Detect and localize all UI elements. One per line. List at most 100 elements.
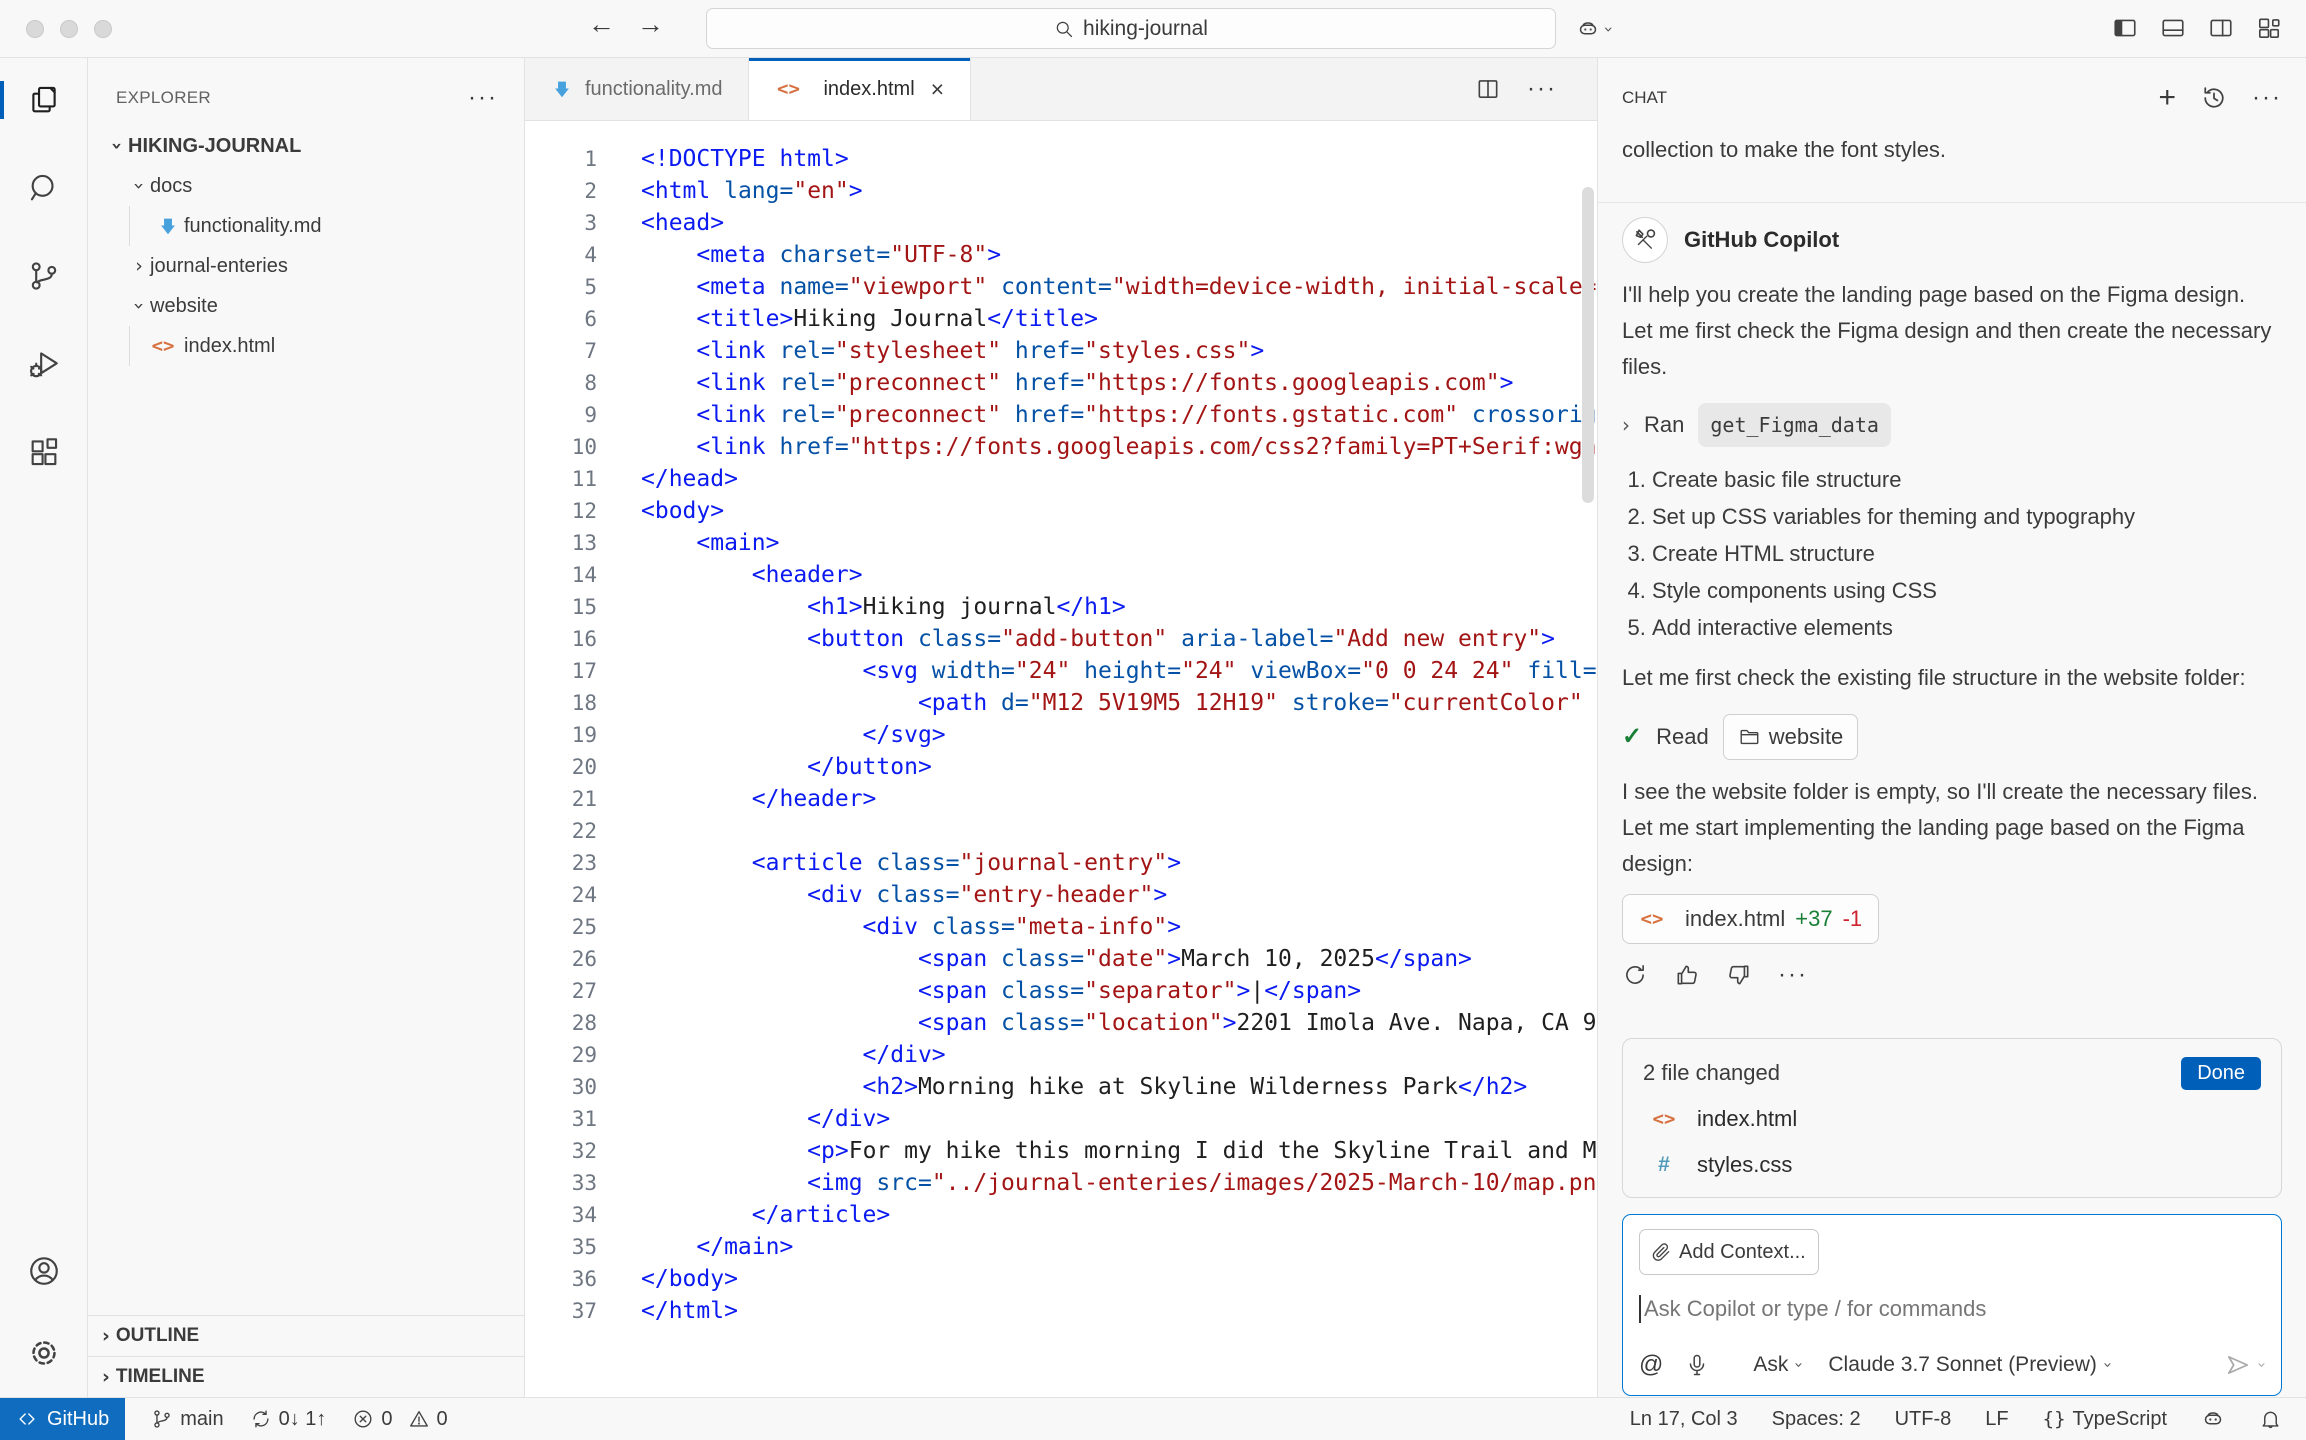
code-line[interactable]: 21 </header> xyxy=(525,783,1597,815)
problems-indicator[interactable]: 0 0 xyxy=(352,1408,447,1431)
copilot-icon[interactable] xyxy=(1576,17,1600,41)
chat-more-actions-icon[interactable]: ··· xyxy=(2252,93,2282,103)
forward-icon[interactable]: → xyxy=(637,9,664,40)
code-line[interactable]: 1<!DOCTYPE html> xyxy=(525,143,1597,175)
tree-item-website[interactable]: ›website xyxy=(88,286,524,326)
rerun-icon[interactable] xyxy=(1622,962,1648,988)
code-line[interactable]: 20 </button> xyxy=(525,751,1597,783)
code-line[interactable]: 15 <h1>Hiking journal</h1> xyxy=(525,591,1597,623)
search-view-icon[interactable] xyxy=(27,171,61,205)
chevron-down-icon[interactable]: › xyxy=(2244,1362,2280,1368)
maximize-window-button[interactable] xyxy=(94,20,112,38)
tool-run-row[interactable]: › Ran get_Figma_data xyxy=(1622,403,2282,447)
add-context-chip[interactable]: Add Context... xyxy=(1639,1229,1819,1275)
notifications-bell[interactable] xyxy=(2259,1408,2282,1431)
code-line[interactable]: 4 <meta charset="UTF-8"> xyxy=(525,239,1597,271)
toggle-panel-icon[interactable] xyxy=(2160,15,2186,41)
code-line[interactable]: 23 <article class="journal-entry"> xyxy=(525,847,1597,879)
chat-text-input[interactable]: Ask Copilot or type / for commands xyxy=(1639,1291,2265,1327)
indentation-setting[interactable]: Spaces: 2 xyxy=(1772,1408,1861,1431)
run-debug-view-icon[interactable] xyxy=(27,347,61,381)
code-line[interactable]: 30 <h2>Morning hike at Skyline Wildernes… xyxy=(525,1071,1597,1103)
model-selector[interactable]: Claude 3.7 Sonnet (Preview) › xyxy=(1828,1347,2110,1383)
minimize-window-button[interactable] xyxy=(60,20,78,38)
language-mode[interactable]: {} TypeScript xyxy=(2043,1408,2167,1431)
code-line[interactable]: 16 <button class="add-button" aria-label… xyxy=(525,623,1597,655)
editor-scrollbar[interactable] xyxy=(1582,187,1594,503)
copilot-status[interactable] xyxy=(2201,1407,2225,1431)
chevron-down-icon[interactable]: › xyxy=(1600,26,1619,32)
code-line[interactable]: 6 <title>Hiking Journal</title> xyxy=(525,303,1597,335)
tool-name-chip[interactable]: get_Figma_data xyxy=(1698,403,1891,447)
back-icon[interactable]: ← xyxy=(588,9,615,40)
toggle-primary-sidebar-icon[interactable] xyxy=(2112,15,2138,41)
code-line[interactable]: 8 <link rel="preconnect" href="https://f… xyxy=(525,367,1597,399)
code-editor[interactable]: 1<!DOCTYPE html>2<html lang="en">3<head>… xyxy=(525,121,1597,1397)
tree-item-docs[interactable]: ›docs xyxy=(88,166,524,206)
code-line[interactable]: 24 <div class="entry-header"> xyxy=(525,879,1597,911)
eol-setting[interactable]: LF xyxy=(1985,1408,2008,1431)
code-line[interactable]: 34 </article> xyxy=(525,1199,1597,1231)
account-icon[interactable] xyxy=(27,1254,61,1288)
close-window-button[interactable] xyxy=(26,20,44,38)
code-line[interactable]: 26 <span class="date">March 10, 2025</sp… xyxy=(525,943,1597,975)
code-line[interactable]: 10 <link href="https://fonts.googleapis.… xyxy=(525,431,1597,463)
code-line[interactable]: 32 <p>For my hike this morning I did the… xyxy=(525,1135,1597,1167)
explorer-view-icon[interactable] xyxy=(27,83,61,117)
code-line[interactable]: 5 <meta name="viewport" content="width=d… xyxy=(525,271,1597,303)
explorer-more-actions-icon[interactable]: ··· xyxy=(468,93,498,103)
changed-file-chip[interactable]: <> index.html +37 -1 xyxy=(1622,894,1879,944)
done-button[interactable]: Done xyxy=(2181,1057,2261,1090)
timeline-section[interactable]: › TIMELINE xyxy=(88,1356,524,1397)
remote-indicator[interactable]: GitHub xyxy=(0,1398,125,1440)
sync-changes[interactable]: 0↓ 1↑ xyxy=(250,1408,327,1431)
code-line[interactable]: 19 </svg> xyxy=(525,719,1597,751)
chat-input-box[interactable]: Add Context... Ask Copilot or type / for… xyxy=(1622,1214,2282,1396)
mention-icon[interactable]: @ xyxy=(1639,1347,1663,1383)
tab-functionality-md[interactable]: functionality.md xyxy=(525,58,749,120)
code-line[interactable]: 11</head> xyxy=(525,463,1597,495)
tree-root-hiking-journal[interactable]: › HIKING-JOURNAL xyxy=(88,126,524,166)
code-line[interactable]: 28 <span class="location">2201 Imola Ave… xyxy=(525,1007,1597,1039)
editor-more-actions-icon[interactable]: ··· xyxy=(1527,84,1557,94)
code-line[interactable]: 29 </div> xyxy=(525,1039,1597,1071)
thumbs-down-icon[interactable] xyxy=(1726,962,1752,988)
code-line[interactable]: 14 <header> xyxy=(525,559,1597,591)
website-folder-chip[interactable]: website xyxy=(1723,714,1859,760)
tab-index-html[interactable]: <> index.html × xyxy=(749,58,971,120)
command-center-search[interactable]: hiking-journal xyxy=(706,8,1556,49)
tree-item-functionality-md[interactable]: functionality.md xyxy=(88,206,524,246)
changed-file-index-html[interactable]: <>index.html xyxy=(1643,1101,2261,1137)
chat-history-icon[interactable] xyxy=(2200,84,2228,112)
customize-layout-icon[interactable] xyxy=(2256,15,2282,41)
tree-item-journal-enteries[interactable]: ›journal-enteries xyxy=(88,246,524,286)
chevron-right-icon[interactable]: › xyxy=(1622,407,1630,443)
settings-gear-icon[interactable] xyxy=(27,1336,61,1370)
code-line[interactable]: 17 <svg width="24" height="24" viewBox="… xyxy=(525,655,1597,687)
code-line[interactable]: 12<body> xyxy=(525,495,1597,527)
encoding-setting[interactable]: UTF-8 xyxy=(1895,1408,1952,1431)
code-line[interactable]: 7 <link rel="stylesheet" href="styles.cs… xyxy=(525,335,1597,367)
code-line[interactable]: 27 <span class="separator">|</span> xyxy=(525,975,1597,1007)
code-line[interactable]: 22 xyxy=(525,815,1597,847)
cursor-position[interactable]: Ln 17, Col 3 xyxy=(1630,1408,1738,1431)
new-chat-icon[interactable]: + xyxy=(2158,86,2176,110)
code-line[interactable]: 37</html> xyxy=(525,1295,1597,1327)
code-line[interactable]: 2<html lang="en"> xyxy=(525,175,1597,207)
code-line[interactable]: 31 </div> xyxy=(525,1103,1597,1135)
toggle-secondary-sidebar-icon[interactable] xyxy=(2208,15,2234,41)
code-line[interactable]: 9 <link rel="preconnect" href="https://f… xyxy=(525,399,1597,431)
outline-section[interactable]: › OUTLINE xyxy=(88,1315,524,1356)
changed-file-styles-css[interactable]: #styles.css xyxy=(1643,1147,2261,1183)
code-line[interactable]: 33 <img src="../journal-enteries/images/… xyxy=(525,1167,1597,1199)
close-tab-icon[interactable]: × xyxy=(931,76,944,103)
code-line[interactable]: 36</body> xyxy=(525,1263,1597,1295)
split-editor-icon[interactable] xyxy=(1475,76,1501,102)
microphone-icon[interactable] xyxy=(1685,1353,1709,1377)
tree-item-index-html[interactable]: <>index.html xyxy=(88,326,524,366)
code-line[interactable]: 13 <main> xyxy=(525,527,1597,559)
mode-selector[interactable]: Ask › xyxy=(1753,1347,1802,1383)
branch-indicator[interactable]: main xyxy=(151,1408,223,1431)
code-line[interactable]: 3<head> xyxy=(525,207,1597,239)
code-line[interactable]: 35 </main> xyxy=(525,1231,1597,1263)
